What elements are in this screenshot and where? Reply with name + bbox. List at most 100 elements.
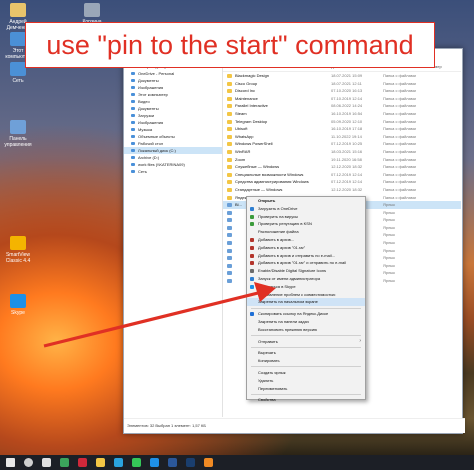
nav-item-label: Локальный диск (C:): [138, 148, 176, 153]
file-type: Папка с файлами: [383, 194, 416, 200]
context-menu-item[interactable]: Добавить в архив и отправить по e-mail..…: [247, 252, 365, 260]
file-date: 08.06.2022 14:24: [331, 103, 363, 109]
context-menu-item[interactable]: Вырезать: [247, 349, 365, 357]
search-icon[interactable]: [24, 458, 33, 467]
table-row[interactable]: WhatsApp 11.10.2022 19:14 Папка с файлами: [223, 133, 461, 141]
table-row[interactable]: Cisco Group 18.07.2021 12:11 Папка с файла…: [223, 80, 461, 88]
table-row[interactable]: Zoom 19.11.2020 16:58 Папка с файлами: [223, 156, 461, 164]
nav-item[interactable]: Документы: [124, 77, 222, 84]
nav-item[interactable]: Archive (D:): [124, 154, 222, 161]
yandex-icon[interactable]: [42, 458, 51, 467]
nav-item[interactable]: Сеть: [124, 168, 222, 175]
desktop-shortcut-icon: [10, 3, 26, 17]
table-row[interactable]: Maintenance 07.10.2019 12:14 Папка с файла…: [223, 95, 461, 103]
nav-item[interactable]: Загрузки: [124, 112, 222, 119]
nav-item[interactable]: OneDrive - Personal: [124, 70, 222, 77]
navigation-pane[interactable]: Быстрый доступOneDrive - PersonalДокумен…: [124, 63, 223, 417]
table-row[interactable]: Специальные возможности Windows 07.12.201…: [223, 171, 461, 179]
context-menu-item[interactable]: Удалить: [247, 377, 365, 385]
context-menu-item[interactable]: Проверить на вирусы: [247, 213, 365, 221]
folder-icon: [227, 74, 232, 78]
file-type: Папка с файлами: [383, 88, 416, 94]
table-row[interactable]: Discord Inc 07.10.2020 16:13 Папка с файла…: [223, 87, 461, 95]
menu-item-icon: [250, 214, 254, 219]
file-name: Стандартные — Windows: [235, 186, 283, 192]
nav-item[interactable]: work files (\\KATERINA09): [124, 161, 222, 168]
file-type: Ярлык: [383, 240, 395, 246]
nav-item[interactable]: Этот компьютер: [124, 91, 222, 98]
table-row[interactable]: Стандартные — Windows 12.12.2020 18:32 Пап…: [223, 186, 461, 194]
context-menu-item[interactable]: Копировать: [247, 357, 365, 365]
nav-item-label: work files (\\KATERINA09): [138, 162, 185, 167]
nav-item[interactable]: Документы: [124, 105, 222, 112]
file-name: WinRAR: [235, 148, 251, 154]
context-menu-item[interactable]: Добавить в архив "01.rar" и отправить по…: [247, 259, 365, 267]
chrome-icon[interactable]: [60, 458, 69, 467]
nav-item-icon: [131, 170, 135, 173]
folder-icon: [227, 172, 232, 177]
file-type: Ярлык: [383, 224, 395, 230]
nav-item[interactable]: Музыка: [124, 126, 222, 133]
telegram-icon[interactable]: [114, 458, 123, 467]
nav-item-label: Изображения: [138, 85, 164, 90]
file-date: 16.10.2019 17:18: [331, 126, 363, 132]
menu-item-icon: [250, 222, 254, 227]
nav-item[interactable]: Объемные объекты: [124, 133, 222, 140]
opera-icon[interactable]: [78, 458, 87, 467]
context-menu-item[interactable]: Создать ярлык: [247, 369, 365, 377]
file-date: 07.12.2019 12:14: [331, 171, 363, 177]
word-icon[interactable]: [168, 458, 177, 467]
skype-icon[interactable]: [150, 458, 159, 467]
desktop-icon[interactable]: SmartView Classic 4.4: [0, 236, 36, 264]
table-row[interactable]: Служебные — Windows 12.12.2020 18:32 Папка…: [223, 163, 461, 171]
table-row[interactable]: Steam 16.10.2019 16:54 Папка с файлами: [223, 110, 461, 118]
table-row[interactable]: Ubisoft 16.10.2019 17:18 Папка с файлами: [223, 125, 461, 133]
menu-item-icon: [250, 253, 254, 258]
explorer-icon[interactable]: [96, 458, 105, 467]
media-icon[interactable]: [204, 458, 213, 467]
chevron-right-icon: ›: [359, 337, 361, 344]
file-type: Ярлык: [383, 247, 395, 253]
whatsapp-icon[interactable]: [132, 458, 141, 467]
nav-item[interactable]: Изображения: [124, 84, 222, 91]
start-icon[interactable]: [6, 458, 15, 467]
table-row[interactable]: Telegram Desktop 05.09.2020 12:10 Папка с …: [223, 118, 461, 126]
nav-item[interactable]: Локальный диск (C:): [124, 147, 222, 154]
shortcut-icon: [227, 225, 232, 230]
file-date: 07.10.2020 16:13: [331, 88, 363, 94]
table-row[interactable]: WinRAR 18.03.2021 15:16 Папка с файлами: [223, 148, 461, 156]
context-menu-item[interactable]: Проверить репутацию в KSN: [247, 220, 365, 228]
folder-icon: [227, 119, 232, 124]
status-bar: Элементов: 32 Выбран 1 элемент: 1,57 КБ: [124, 418, 465, 433]
context-menu-item[interactable]: Свойства: [247, 396, 365, 404]
file-name: Telegram Desktop: [235, 118, 268, 124]
file-date: 05.09.2020 12:10: [331, 118, 363, 124]
nav-item[interactable]: Изображения: [124, 119, 222, 126]
context-menu-item[interactable]: Загрузить в OneDrive: [247, 205, 365, 213]
file-type: Папка с файлами: [383, 118, 416, 124]
context-menu-item[interactable]: Открыть: [247, 197, 365, 205]
table-row[interactable]: Blackmagic Design 18.07.2021 15:09 Папка с…: [223, 72, 461, 80]
nav-item[interactable]: Видео: [124, 98, 222, 105]
desktop-icon[interactable]: Skype: [0, 294, 36, 316]
file-type: Ярлык: [383, 217, 395, 223]
context-menu-item[interactable]: Расположение файла: [247, 228, 365, 236]
file-type: Папка с файлами: [383, 126, 416, 132]
file-type: Папка с файлами: [383, 103, 416, 109]
photoshop-icon[interactable]: [186, 458, 195, 467]
desktop-icon[interactable]: Панель управления: [0, 120, 36, 148]
context-menu-item[interactable]: Добавить в архив...: [247, 236, 365, 244]
context-menu-item[interactable]: Переименовать: [247, 385, 365, 393]
table-row[interactable]: Windows PowerShell 07.12.2019 10:25 Папка …: [223, 140, 461, 148]
shortcut-icon: [227, 233, 232, 238]
context-menu-item[interactable]: Добавить в архив "01.rar": [247, 244, 365, 252]
menu-separator: [251, 393, 361, 395]
nav-item-icon: [131, 107, 135, 110]
file-date: 18.03.2021 15:16: [331, 148, 363, 154]
table-row[interactable]: Parallel Interactive 08.06.2022 14:24 Папк…: [223, 102, 461, 110]
desktop-shortcut-icon: [10, 62, 26, 76]
nav-item[interactable]: Рабочий стол: [124, 140, 222, 147]
table-row[interactable]: Средства администрирования Windows 07.12.…: [223, 178, 461, 186]
file-name: Служебные — Windows: [235, 164, 280, 170]
menu-item-label: Создать ярлык: [258, 369, 286, 375]
